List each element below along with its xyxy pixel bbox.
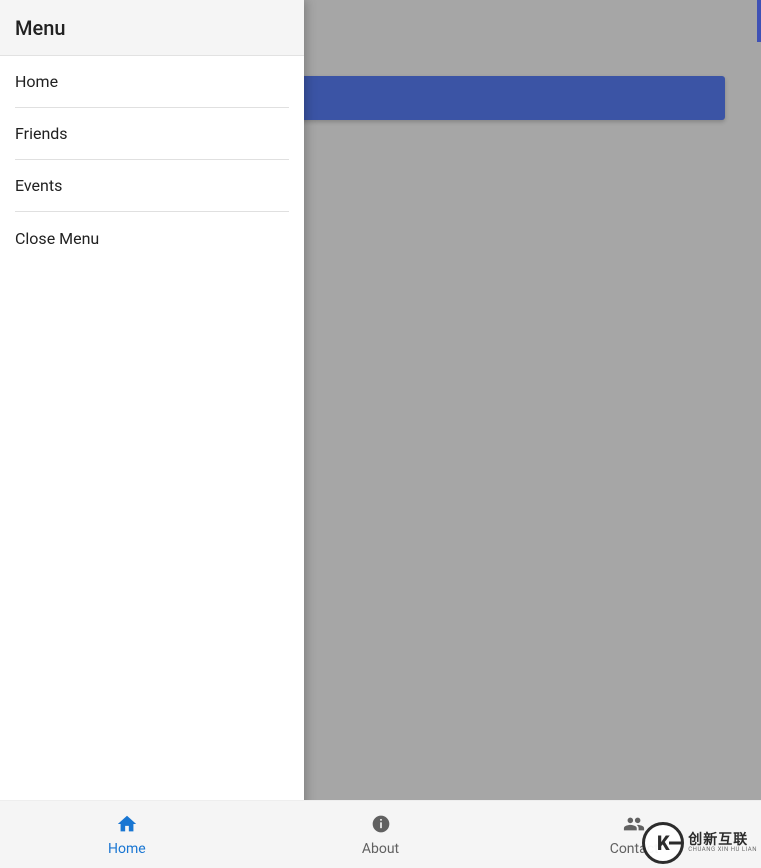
drawer-item-close[interactable]: Close Menu [15, 212, 289, 264]
drawer-item-label: Close Menu [15, 229, 99, 248]
watermark-main: 创新互联 [688, 833, 757, 847]
header-accent-edge [757, 0, 761, 42]
drawer-list: Home Friends Events Close Menu [0, 56, 304, 264]
drawer-item-label: Friends [15, 124, 68, 143]
drawer-item-home[interactable]: Home [15, 56, 289, 108]
watermark-sub: CHUANG XIN HU LIAN [688, 847, 757, 853]
drawer-item-label: Events [15, 176, 62, 195]
watermark-logo: K 创新互联 CHUANG XIN HU LIAN [642, 822, 757, 864]
tab-label: About [362, 841, 399, 857]
watermark-text: 创新互联 CHUANG XIN HU LIAN [688, 833, 757, 853]
tab-about[interactable]: About [254, 801, 508, 868]
drawer-item-events[interactable]: Events [15, 160, 289, 212]
tab-home[interactable]: Home [0, 801, 254, 868]
drawer-item-friends[interactable]: Friends [15, 108, 289, 160]
side-drawer: Menu Home Friends Events Close Menu [0, 0, 304, 868]
info-icon [370, 813, 392, 835]
watermark-mark-icon: K [642, 822, 684, 864]
home-icon [116, 813, 138, 835]
drawer-item-label: Home [15, 72, 58, 91]
tab-label: Home [108, 841, 146, 857]
drawer-title: Menu [0, 0, 304, 56]
